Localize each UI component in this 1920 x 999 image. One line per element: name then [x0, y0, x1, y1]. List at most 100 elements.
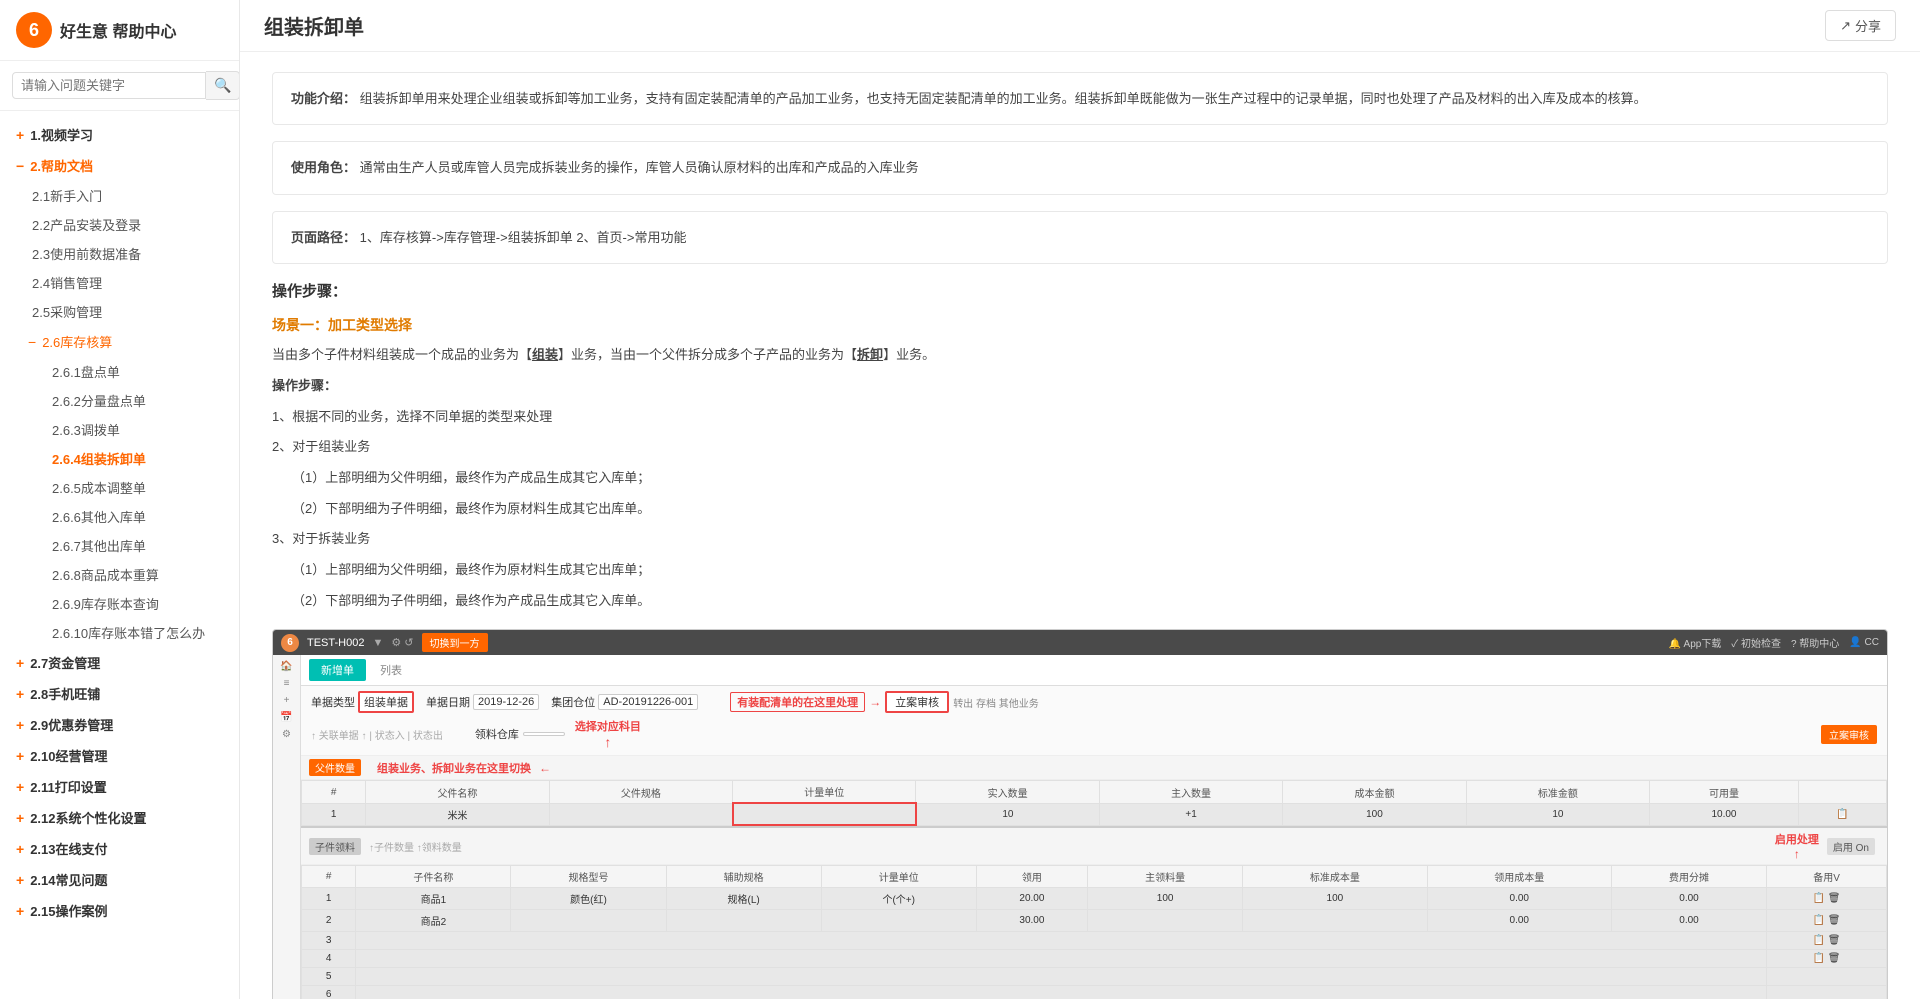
ss-type-input: 组装单据 — [358, 691, 414, 713]
ss-form-row2: ↑ 关联单据 ↑ | 状态入 | 状态出 领料仓库 选择对应科目 ↑ 立 — [311, 718, 1877, 750]
ss-t2r5c11 — [1767, 968, 1887, 986]
role-label: 使用角色： — [291, 160, 356, 175]
sidebar-item-dataprep[interactable]: 2.3使用前数据准备 — [0, 239, 239, 268]
collapse-icon: − — [16, 158, 24, 174]
topbar: 组装拆卸单 ↗ 分享 — [240, 0, 1920, 52]
expand-icon-cases: + — [16, 903, 24, 919]
scene1-desc: 当由多个子件材料组装成一个成品的业务为【组装】业务，当由一个父件拆分成多个子产品… — [272, 343, 1888, 368]
ss-annotation2: 选择对应科目 — [575, 718, 641, 734]
ss-t2r2c4 — [666, 910, 821, 932]
sidebar-item-purchase[interactable]: 2.5采购管理 — [0, 297, 239, 326]
ss-t2r2c5 — [821, 910, 976, 932]
ss-icon-list: ≡ — [284, 678, 290, 689]
ops-label: 操作步骤： — [272, 280, 1888, 301]
ss-no-input: AD-20191226-001 — [598, 694, 698, 710]
ss-icon-home: 🏠 — [280, 661, 292, 672]
ss-table2: # 子件名称 规格型号 辅助规格 计量单位 领用 主领料量 标准成本量 领用成本… — [301, 865, 1887, 999]
step2: 2、对于组装业务 — [272, 435, 1888, 460]
sidebar-item-cost-adjust[interactable]: 2.6.5成本调整单 — [0, 473, 239, 502]
expand-icon: + — [16, 127, 24, 143]
ss-th2-4: 辅助规格 — [666, 866, 821, 888]
ss-sub-fields: ↑ 关联单据 ↑ | 状态入 | 状态出 — [311, 727, 443, 742]
share-button[interactable]: ↗ 分享 — [1825, 10, 1896, 41]
scene1-label: 场景一：加工类型选择 — [272, 315, 1888, 335]
function-intro-label: 功能介绍： — [291, 91, 356, 106]
ss-t1r1c1: 1 — [302, 803, 366, 825]
sidebar-item-mobile[interactable]: + 2.8手机旺铺 — [0, 678, 239, 709]
sidebar-item-coupon[interactable]: + 2.9优惠券管理 — [0, 709, 239, 740]
ss-t2r1c4: 规格(L) — [666, 888, 821, 910]
ss-t1r1c4-red — [733, 803, 916, 825]
step2b: （2）下部明细为子件明细，最终作为原材料生成其它出库单。 — [272, 497, 1888, 522]
step3a: （1）上部明细为父件明细，最终作为原材料生成其它出库单； — [272, 558, 1888, 583]
sidebar-item-adjust[interactable]: 2.6.3调拨单 — [0, 415, 239, 444]
sidebar-item-docs[interactable]: − 2.帮助文档 — [0, 150, 239, 181]
ss-table2-row1: 1 商品1 颜色(红) 规格(L) 个(个+) 20.00 100 100 0.… — [302, 888, 1887, 910]
sidebar-item-stock-error[interactable]: 2.6.10库存账本错了怎么办 — [0, 618, 239, 647]
sidebar-item-other-out[interactable]: 2.6.7其他出库单 — [0, 531, 239, 560]
sidebar-item-sales[interactable]: 2.4销售管理 — [0, 268, 239, 297]
ss-table2-row3: 3 📋 🗑 — [302, 932, 1887, 950]
sidebar-item-split[interactable]: 2.6.2分量盘点单 — [0, 386, 239, 415]
ss-main-layout: 🏠 ≡ + 📅 ⚙ 新增单 列表 — [273, 655, 1887, 999]
sidebar: 6 好生意 帮助中心 🔍 + 1.视频学习 − 2.帮助文档 2.1新手入门 2… — [0, 0, 240, 999]
ss-t2r4-empty — [356, 950, 1767, 968]
ss-t1r1c7: 100 — [1283, 803, 1466, 825]
ss-nav-icons: ⚙ ↺ — [391, 636, 413, 649]
search-button[interactable]: 🔍 — [206, 71, 240, 100]
ss-t2r2c8 — [1243, 910, 1427, 932]
sidebar-item-stock[interactable]: − 2.6库存核算 — [0, 326, 239, 357]
ss-t2r2c11: 📋 🗑 — [1767, 910, 1887, 932]
expand-icon-system: + — [16, 810, 24, 826]
sidebar-item-videos[interactable]: + 1.视频学习 — [0, 119, 239, 150]
ss-section2-btn: 启用 On — [1827, 838, 1875, 855]
expand-icon-print: + — [16, 779, 24, 795]
ss-tab-list: 列表 — [372, 659, 410, 681]
expand-icon-payment: + — [16, 841, 24, 857]
sidebar-item-assembly[interactable]: 2.6.4组装拆卸单 — [0, 444, 239, 473]
sidebar-item-newbie[interactable]: 2.1新手入门 — [0, 181, 239, 210]
ss-table2-row2: 2 商品2 30.00 0.00 0.00 — [302, 910, 1887, 932]
sidebar-item-print[interactable]: + 2.11打印设置 — [0, 771, 239, 802]
search-area: 🔍 — [0, 61, 239, 111]
sidebar-item-ops[interactable]: + 2.10经营管理 — [0, 740, 239, 771]
ss-dropdown-icon: ▼ — [372, 637, 383, 649]
ss-t2r4c11: 📋 🗑 — [1767, 950, 1887, 968]
ss-t2r1c10: 0.00 — [1611, 888, 1766, 910]
sidebar-item-stocktake[interactable]: 2.6.1盘点单 — [0, 357, 239, 386]
sidebar-item-payment[interactable]: + 2.13在线支付 — [0, 833, 239, 864]
ss-t1r1c6: +1 — [1099, 803, 1282, 825]
sidebar-item-faq[interactable]: + 2.14常见问题 — [0, 864, 239, 895]
sidebar-item-install[interactable]: 2.2产品安装及登录 — [0, 210, 239, 239]
ss-icon-check: ✓ 初始检查 — [1731, 635, 1781, 650]
ss-th2-9: 领用成本量 — [1427, 866, 1611, 888]
ss-annotation4: 启用处理 — [1775, 831, 1819, 847]
sidebar-item-system[interactable]: + 2.12系统个性化设置 — [0, 802, 239, 833]
ss-th2-3: 规格型号 — [511, 866, 666, 888]
ss-tabs: 新增单 列表 — [301, 655, 1887, 686]
search-input[interactable] — [12, 72, 206, 99]
sidebar-item-other-in[interactable]: 2.6.6其他入库单 — [0, 502, 239, 531]
sidebar-item-stock-query[interactable]: 2.6.9库存账本查询 — [0, 589, 239, 618]
collapse-icon-stock: − — [28, 334, 36, 350]
ss-th2-11: 备用V — [1767, 866, 1887, 888]
ss-th1-1: # — [302, 781, 366, 804]
ss-t1r1c5: 10 — [916, 803, 1099, 825]
ss-th1-9: 可用量 — [1650, 781, 1799, 804]
ss-t2r5c1: 5 — [302, 968, 356, 986]
ss-sidebar-icons: 🏠 ≡ + 📅 ⚙ — [273, 655, 301, 999]
sidebar-item-cases[interactable]: + 2.15操作案例 — [0, 895, 239, 926]
ss-t2r2c6: 30.00 — [976, 910, 1087, 932]
nav-tree: + 1.视频学习 − 2.帮助文档 2.1新手入门 2.2产品安装及登录 2.3… — [0, 111, 239, 999]
function-intro-block: 功能介绍： 组装拆卸单用来处理企业组装或拆卸等加工业务，支持有固定装配清单的产品… — [272, 72, 1888, 125]
step2a: （1）上部明细为父件明细，最终作为产成品生成其它入库单； — [272, 466, 1888, 491]
logo-area: 6 好生意 帮助中心 — [0, 0, 239, 61]
ss-icon-calendar: 📅 — [280, 712, 292, 723]
step3: 3、对于拆装业务 — [272, 527, 1888, 552]
sidebar-item-cost-recalc[interactable]: 2.6.8商品成本重算 — [0, 560, 239, 589]
ss-user-avatar: 👤 CC — [1849, 637, 1879, 648]
ss-annotation1: 有装配清单的在这里处理 — [730, 692, 865, 712]
ss-t2r1c5: 个(个+) — [821, 888, 976, 910]
logo-text: 好生意 帮助中心 — [60, 18, 176, 42]
sidebar-item-fund[interactable]: + 2.7资金管理 — [0, 647, 239, 678]
